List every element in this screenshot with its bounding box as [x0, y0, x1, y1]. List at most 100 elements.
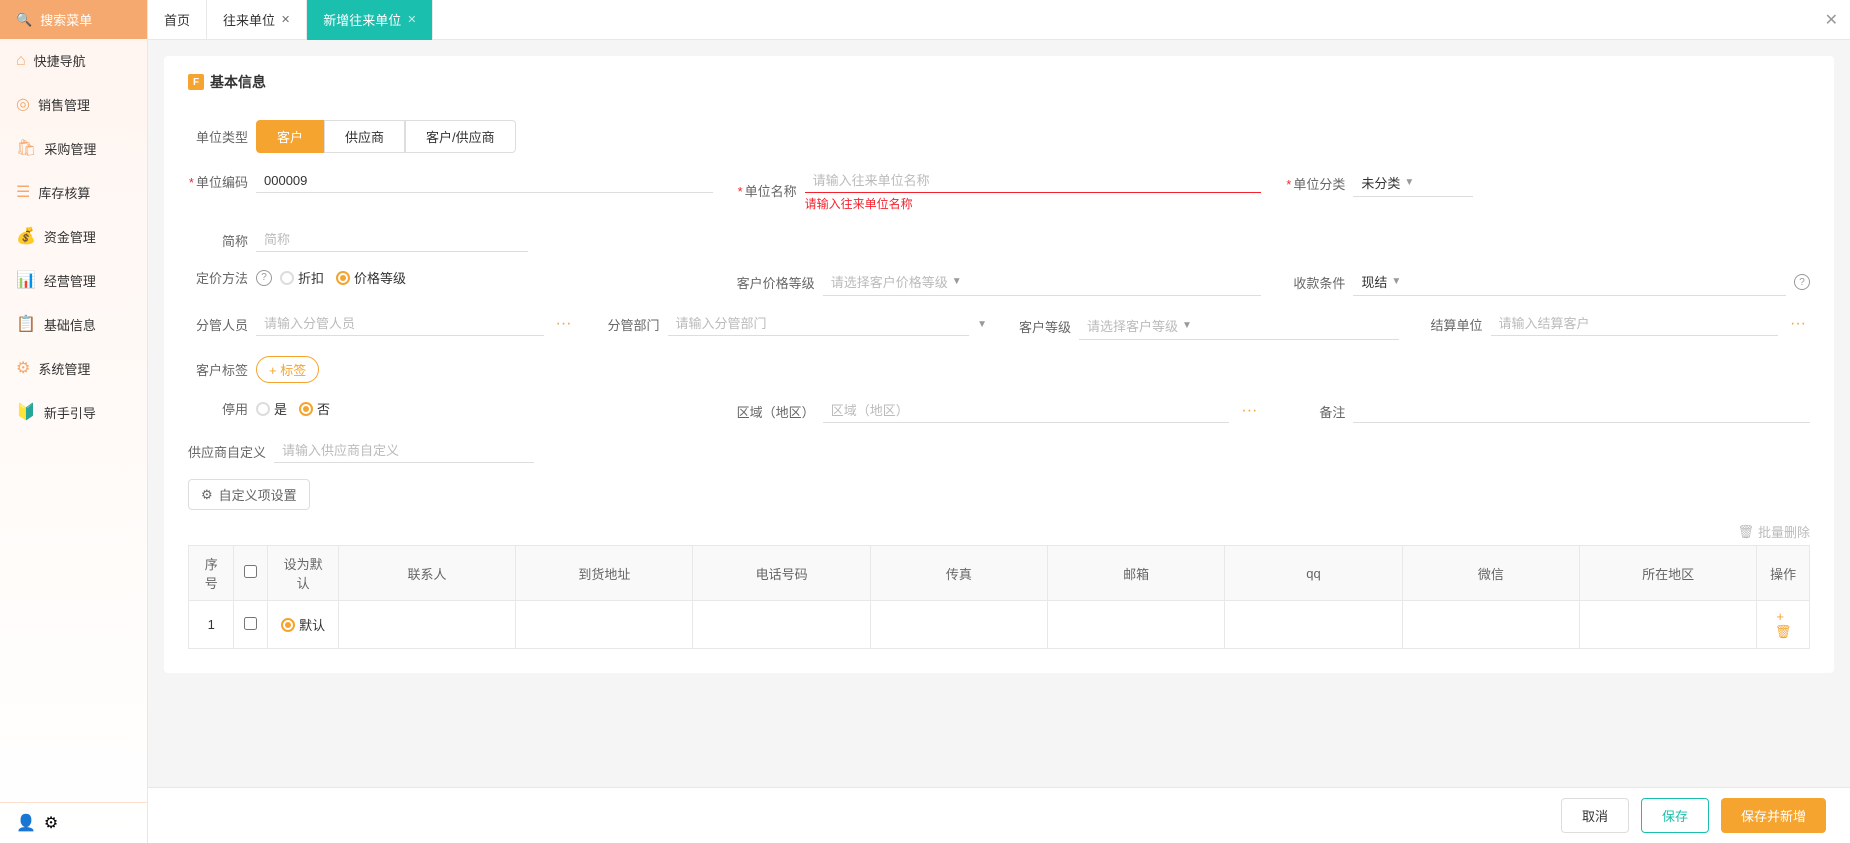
- select-all-checkbox[interactable]: [244, 565, 257, 578]
- save-button[interactable]: 保存: [1641, 798, 1709, 833]
- table-header-col-9: 微信: [1402, 546, 1579, 601]
- delete-row-btn-0[interactable]: 🗑: [1775, 624, 1792, 639]
- manager-more-button[interactable]: ···: [552, 315, 576, 333]
- tab-new-trading-unit[interactable]: 新增往来单位 ✕: [307, 0, 433, 40]
- region-input-0[interactable]: [1590, 617, 1746, 632]
- user-icon: 👤: [16, 813, 36, 833]
- contact-input-0[interactable]: [349, 617, 505, 632]
- add-row-btn-0[interactable]: +: [1776, 609, 1784, 624]
- sidebar-item-quick-nav[interactable]: ⌂快捷导航: [0, 39, 147, 82]
- unit-code-input[interactable]: [256, 169, 713, 193]
- unit-category-select[interactable]: 未分类 ▼: [1353, 169, 1473, 197]
- type-btn-both[interactable]: 客户/供应商: [405, 120, 516, 153]
- sidebar-item-operations[interactable]: 📊经营管理: [0, 258, 147, 302]
- customer-price-level-label: 客户价格等级: [737, 273, 815, 292]
- type-btn-customer[interactable]: 客户: [256, 120, 324, 153]
- email-input-0[interactable]: [1058, 617, 1214, 632]
- unit-name-input[interactable]: [805, 169, 1262, 193]
- tab-close-trading-units[interactable]: ✕: [281, 13, 290, 26]
- contacts-table: 序号设为默认联系人到货地址电话号码传真邮箱qq微信所在地区操作 1 默认 + 🗑: [188, 545, 1810, 649]
- sidebar-item-purchase[interactable]: 🛍采购管理: [0, 126, 147, 170]
- remark-input[interactable]: [1353, 399, 1810, 423]
- row-email-0[interactable]: [1048, 601, 1225, 649]
- address-input-0[interactable]: [526, 617, 682, 632]
- save-and-new-button[interactable]: 保存并新增: [1721, 798, 1826, 833]
- sidebar-item-inventory[interactable]: ☰库存核算: [0, 170, 147, 214]
- department-input[interactable]: [668, 312, 970, 336]
- sidebar-item-guide[interactable]: 🔰新手引导: [0, 390, 147, 434]
- batch-delete-area: 🗑 批量删除: [188, 522, 1810, 541]
- row-action-0[interactable]: + 🗑: [1757, 601, 1810, 649]
- disabled-yes[interactable]: 是: [256, 399, 287, 418]
- guide-icon: 🔰: [16, 402, 36, 422]
- table-header-col-2: 设为默认: [268, 546, 338, 601]
- search-icon: 🔍: [16, 12, 32, 28]
- unit-name-field: 单位名称 请输入往来单位名称: [737, 169, 1262, 212]
- phone-input-0[interactable]: [703, 617, 859, 632]
- unit-type-row: 单位类型 客户供应商客户/供应商: [188, 120, 1810, 153]
- pricing-radio-discount[interactable]: 折扣: [280, 268, 324, 287]
- type-btn-supplier[interactable]: 供应商: [324, 120, 405, 153]
- supplier-custom-input[interactable]: [274, 439, 534, 463]
- customer-tag-row: 客户标签 + 标签: [188, 356, 1810, 383]
- short-name-input[interactable]: [256, 228, 528, 252]
- payment-terms-select[interactable]: 现结 ▼: [1353, 268, 1786, 296]
- pricing-radio-price-level[interactable]: 价格等级: [336, 268, 406, 287]
- tab-close-new-trading-unit[interactable]: ✕: [407, 13, 416, 26]
- pricing-discount-circle: [280, 271, 294, 285]
- table-header-col-0: 序号: [189, 546, 234, 601]
- row-default-0[interactable]: 默认: [268, 601, 338, 649]
- batch-delete-label[interactable]: 批量删除: [1758, 522, 1810, 541]
- chevron-down-icon4: ▼: [977, 319, 987, 330]
- default-radio-0[interactable]: [281, 618, 295, 632]
- row-address-0[interactable]: [516, 601, 693, 649]
- unit-category-field: 单位分类 未分类 ▼: [1285, 169, 1810, 197]
- settlement-unit-field: 结算单位 ···: [1423, 312, 1811, 336]
- row-fax-0[interactable]: [870, 601, 1047, 649]
- row-contact-0[interactable]: [338, 601, 515, 649]
- sidebar-item-sales[interactable]: ◎销售管理: [0, 82, 147, 126]
- settings-gear-icon: ⚙: [201, 487, 213, 503]
- row-region-0[interactable]: [1580, 601, 1757, 649]
- wechat-input-0[interactable]: [1413, 617, 1569, 632]
- row-qq-0[interactable]: [1225, 601, 1402, 649]
- sidebar-search[interactable]: 🔍 搜索菜单: [0, 0, 147, 39]
- department-field: 分管部门 ▼: [600, 312, 988, 336]
- supplier-custom-label: 供应商自定义: [188, 442, 266, 461]
- tab-label-new-trading-unit: 新增往来单位: [323, 10, 401, 29]
- tab-trading-units[interactable]: 往来单位✕: [207, 0, 307, 40]
- disabled-no[interactable]: 否: [299, 399, 330, 418]
- sidebar-item-system[interactable]: ⚙系统管理: [0, 346, 147, 390]
- unit-type-label: 单位类型: [188, 127, 248, 146]
- unit-category-label: 单位分类: [1285, 174, 1345, 193]
- cancel-button[interactable]: 取消: [1561, 798, 1629, 833]
- fax-input-0[interactable]: [881, 617, 1037, 632]
- row-phone-0[interactable]: [693, 601, 870, 649]
- pricing-field: 定价方法 ? 折扣 价格等级: [188, 268, 713, 287]
- sidebar-bottom: 👤 ⚙: [0, 802, 147, 843]
- add-tag-button[interactable]: + 标签: [256, 356, 319, 383]
- region-more-button[interactable]: ···: [1237, 402, 1261, 420]
- payment-terms-help-icon[interactable]: ?: [1794, 274, 1810, 290]
- customer-tag-field: 客户标签 + 标签: [188, 356, 1810, 383]
- qq-input-0[interactable]: [1235, 617, 1391, 632]
- row-checkbox-0[interactable]: [234, 601, 268, 649]
- pricing-help-icon[interactable]: ?: [256, 270, 272, 286]
- manager-input[interactable]: [256, 312, 544, 336]
- sidebar-item-finance[interactable]: 💰资金管理: [0, 214, 147, 258]
- payment-terms-field: 收款条件 现结 ▼ ?: [1285, 268, 1810, 296]
- row-wechat-0[interactable]: [1402, 601, 1579, 649]
- customer-price-level-select[interactable]: 请选择客户价格等级 ▼: [823, 268, 1262, 296]
- sidebar-item-basic-info[interactable]: 📋基础信息: [0, 302, 147, 346]
- settlement-unit-input[interactable]: [1491, 312, 1779, 336]
- row-select-checkbox-0[interactable]: [244, 617, 257, 630]
- batch-delete-icon: 🗑: [1737, 524, 1754, 540]
- tab-home[interactable]: 首页: [148, 0, 207, 40]
- customer-level-select[interactable]: 请选择客户等级 ▼: [1079, 312, 1399, 340]
- sidebar: 🔍 搜索菜单 ⌂快捷导航◎销售管理🛍采购管理☰库存核算💰资金管理📊经营管理📋基础…: [0, 0, 148, 843]
- region-input[interactable]: [823, 399, 1230, 423]
- custom-settings-button[interactable]: ⚙ 自定义项设置: [188, 479, 310, 510]
- quick-nav-icon: ⌂: [16, 52, 26, 70]
- settlement-unit-more-button[interactable]: ···: [1786, 315, 1810, 333]
- tabbar-close-button[interactable]: ✕: [1825, 10, 1838, 30]
